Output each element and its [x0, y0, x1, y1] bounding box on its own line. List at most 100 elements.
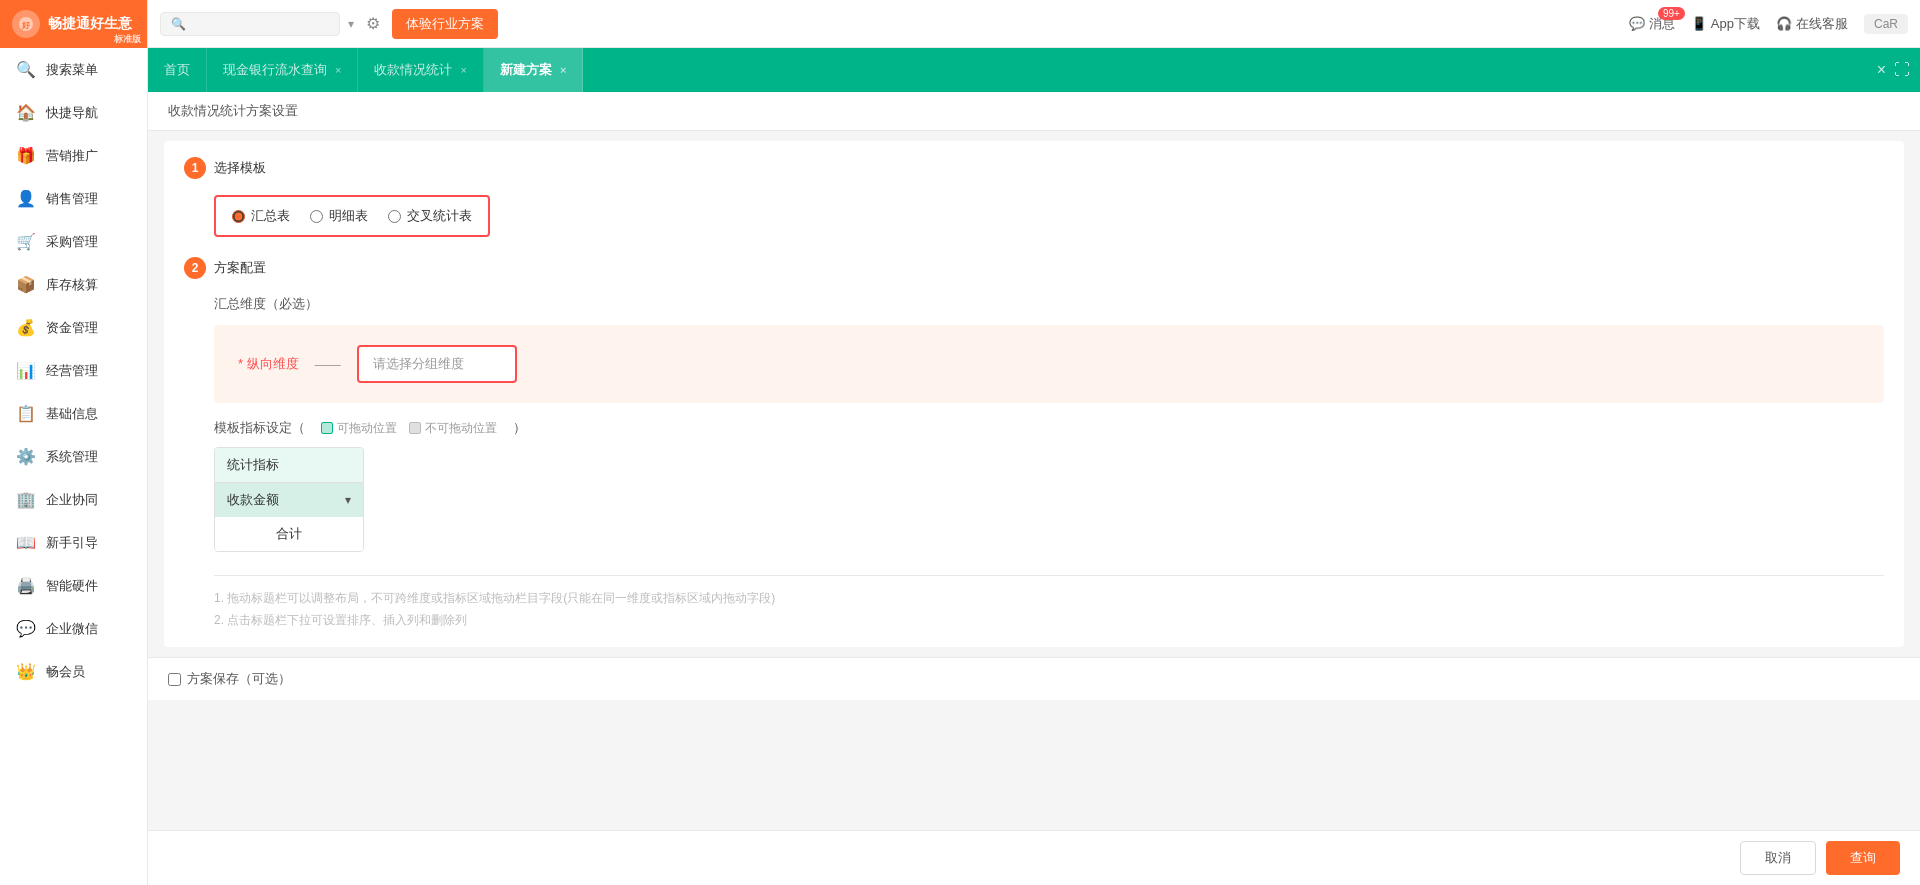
sidebar-item-guide[interactable]: 📖 新手引导 [0, 521, 147, 564]
download-icon: 📱 [1691, 16, 1707, 31]
template-radio-summary[interactable] [232, 210, 245, 223]
sidebar-item-label: 智能硬件 [46, 577, 98, 595]
sidebar-item-finance[interactable]: 💰 资金管理 [0, 306, 147, 349]
dimension-section-label: 汇总维度（必选） [214, 295, 1884, 313]
sidebar-item-sales[interactable]: 👤 销售管理 [0, 177, 147, 220]
sidebar: 好 畅捷通好生意 标准版 🔍 搜索菜单 🏠 快捷导航 🎁 营销推广 👤 销售管理… [0, 0, 148, 885]
footer-actions: 取消 查询 [148, 830, 1920, 885]
settings-icon[interactable]: ⚙ [366, 14, 380, 33]
message-badge: 99+ [1658, 7, 1685, 20]
tab-bank-flow-label: 现金银行流水查询 [223, 61, 327, 79]
sidebar-item-basics[interactable]: 📋 基础信息 [0, 392, 147, 435]
search-icon: 🔍 [171, 17, 186, 31]
tab-new-plan[interactable]: 新建方案 × [484, 48, 583, 92]
sidebar-item-label: 营销推广 [46, 147, 98, 165]
sidebar-item-label: 库存核算 [46, 276, 98, 294]
sidebar-item-label: 企业协同 [46, 491, 98, 509]
maximize-icon[interactable]: ⛶ [1894, 61, 1910, 79]
metrics-closing: ） [513, 419, 526, 437]
vertical-label: * 纵向维度 [238, 355, 299, 373]
dropdown-arrow-icon[interactable]: ▾ [348, 17, 354, 31]
non-draggable-label: 不可拖动位置 [425, 420, 497, 437]
metrics-section: 模板指标设定（ 可拖动位置 不可拖动位置 ） [214, 419, 1884, 555]
metrics-footer-label: 合计 [276, 526, 302, 541]
printer-icon: 🖨️ [16, 576, 36, 595]
tab-bank-flow-close-icon[interactable]: × [335, 64, 341, 76]
sidebar-item-operations[interactable]: 📊 经营管理 [0, 349, 147, 392]
template-option-cross[interactable]: 交叉统计表 [388, 207, 472, 225]
non-draggable-legend-item: 不可拖动位置 [409, 420, 497, 437]
cell-dropdown-icon[interactable]: ▾ [345, 493, 351, 507]
sidebar-item-label: 基础信息 [46, 405, 98, 423]
step1-header: 1 选择模板 [184, 157, 1884, 179]
step2-header: 2 方案配置 [184, 257, 1884, 279]
tab-new-plan-close-icon[interactable]: × [560, 64, 566, 76]
tab-new-plan-label: 新建方案 [500, 61, 552, 79]
page-title: 收款情况统计方案设置 [168, 103, 298, 118]
template-radio-cross[interactable] [388, 210, 401, 223]
step1-number: 1 [184, 157, 206, 179]
sidebar-item-label: 搜索菜单 [46, 61, 98, 79]
sidebar-item-nav[interactable]: 🏠 快捷导航 [0, 91, 147, 134]
tab-actions: × ⛶ [1867, 48, 1920, 92]
logo-icon: 好 [12, 10, 40, 38]
group-dimension-selector[interactable]: 请选择分组维度 [357, 345, 517, 383]
sidebar-item-label: 系统管理 [46, 448, 98, 466]
app-version: 标准版 [114, 33, 141, 46]
book-icon: 📖 [16, 533, 36, 552]
service-button[interactable]: 🎧 在线客服 [1776, 15, 1848, 33]
sidebar-item-system[interactable]: ⚙️ 系统管理 [0, 435, 147, 478]
dimension-area: * 纵向维度 —— 请选择分组维度 [214, 325, 1884, 403]
sidebar-item-wechat[interactable]: 💬 企业微信 [0, 607, 147, 650]
tab-payment-stats[interactable]: 收款情况统计 × [358, 48, 483, 92]
template-detail-label: 明细表 [329, 207, 368, 225]
step1-label: 选择模板 [214, 159, 266, 177]
sidebar-item-label: 采购管理 [46, 233, 98, 251]
save-checkbox[interactable] [168, 673, 181, 686]
user-display[interactable]: CaR [1864, 14, 1908, 34]
template-radio-detail[interactable] [310, 210, 323, 223]
arrow-icon: —— [315, 357, 341, 372]
tab-home[interactable]: 首页 [148, 48, 207, 92]
metrics-table: 统计指标 收款金额 ▾ 合计 [214, 447, 364, 552]
template-option-detail[interactable]: 明细表 [310, 207, 368, 225]
chat-icon: 💬 [16, 619, 36, 638]
metrics-cell-amount[interactable]: 收款金额 ▾ [215, 483, 363, 517]
metrics-table-footer: 合计 [215, 517, 363, 551]
service-icon: 🎧 [1776, 16, 1792, 31]
sidebar-item-label: 资金管理 [46, 319, 98, 337]
query-button[interactable]: 查询 [1826, 841, 1900, 875]
template-options: 汇总表 明细表 交叉统计表 [214, 195, 490, 237]
sidebar-item-inventory[interactable]: 📦 库存核算 [0, 263, 147, 306]
chart-icon: 📊 [16, 361, 36, 380]
sidebar-item-member[interactable]: 👑 畅会员 [0, 650, 147, 693]
template-option-summary[interactable]: 汇总表 [232, 207, 290, 225]
message-button[interactable]: 💬 消息 99+ [1629, 15, 1675, 33]
save-checkbox-label[interactable]: 方案保存（可选） [168, 670, 291, 688]
tips-text-1: 1. 拖动标题栏可以调整布局，不可跨维度或指标区域拖动栏目字段(只能在同一维度或… [214, 588, 1884, 610]
sidebar-item-purchase[interactable]: 🛒 采购管理 [0, 220, 147, 263]
step2-number: 2 [184, 257, 206, 279]
draggable-label: 可拖动位置 [337, 420, 397, 437]
tab-payment-stats-close-icon[interactable]: × [460, 64, 466, 76]
download-button[interactable]: 📱 App下载 [1691, 15, 1760, 33]
sidebar-item-enterprise[interactable]: 🏢 企业协同 [0, 478, 147, 521]
tab-bank-flow[interactable]: 现金银行流水查询 × [207, 48, 358, 92]
search-input[interactable] [192, 17, 332, 31]
minimize-icon[interactable]: × [1877, 61, 1886, 79]
topbar-search-box[interactable]: 🔍 [160, 12, 340, 36]
page-content: 收款情况统计方案设置 1 选择模板 汇总表 明细表 [148, 92, 1920, 830]
draggable-legend-item: 可拖动位置 [321, 420, 397, 437]
sidebar-item-search[interactable]: 🔍 搜索菜单 [0, 48, 147, 91]
industry-plan-button[interactable]: 体验行业方案 [392, 9, 498, 39]
sidebar-item-marketing[interactable]: 🎁 营销推广 [0, 134, 147, 177]
download-label: App下载 [1711, 15, 1760, 33]
cart-icon: 🛒 [16, 232, 36, 251]
template-cross-label: 交叉统计表 [407, 207, 472, 225]
tab-payment-stats-label: 收款情况统计 [374, 61, 452, 79]
user-icon: 👤 [16, 189, 36, 208]
sidebar-item-hardware[interactable]: 🖨️ 智能硬件 [0, 564, 147, 607]
box-icon: 📦 [16, 275, 36, 294]
metrics-header: 模板指标设定（ 可拖动位置 不可拖动位置 ） [214, 419, 1884, 437]
cancel-button[interactable]: 取消 [1740, 841, 1816, 875]
